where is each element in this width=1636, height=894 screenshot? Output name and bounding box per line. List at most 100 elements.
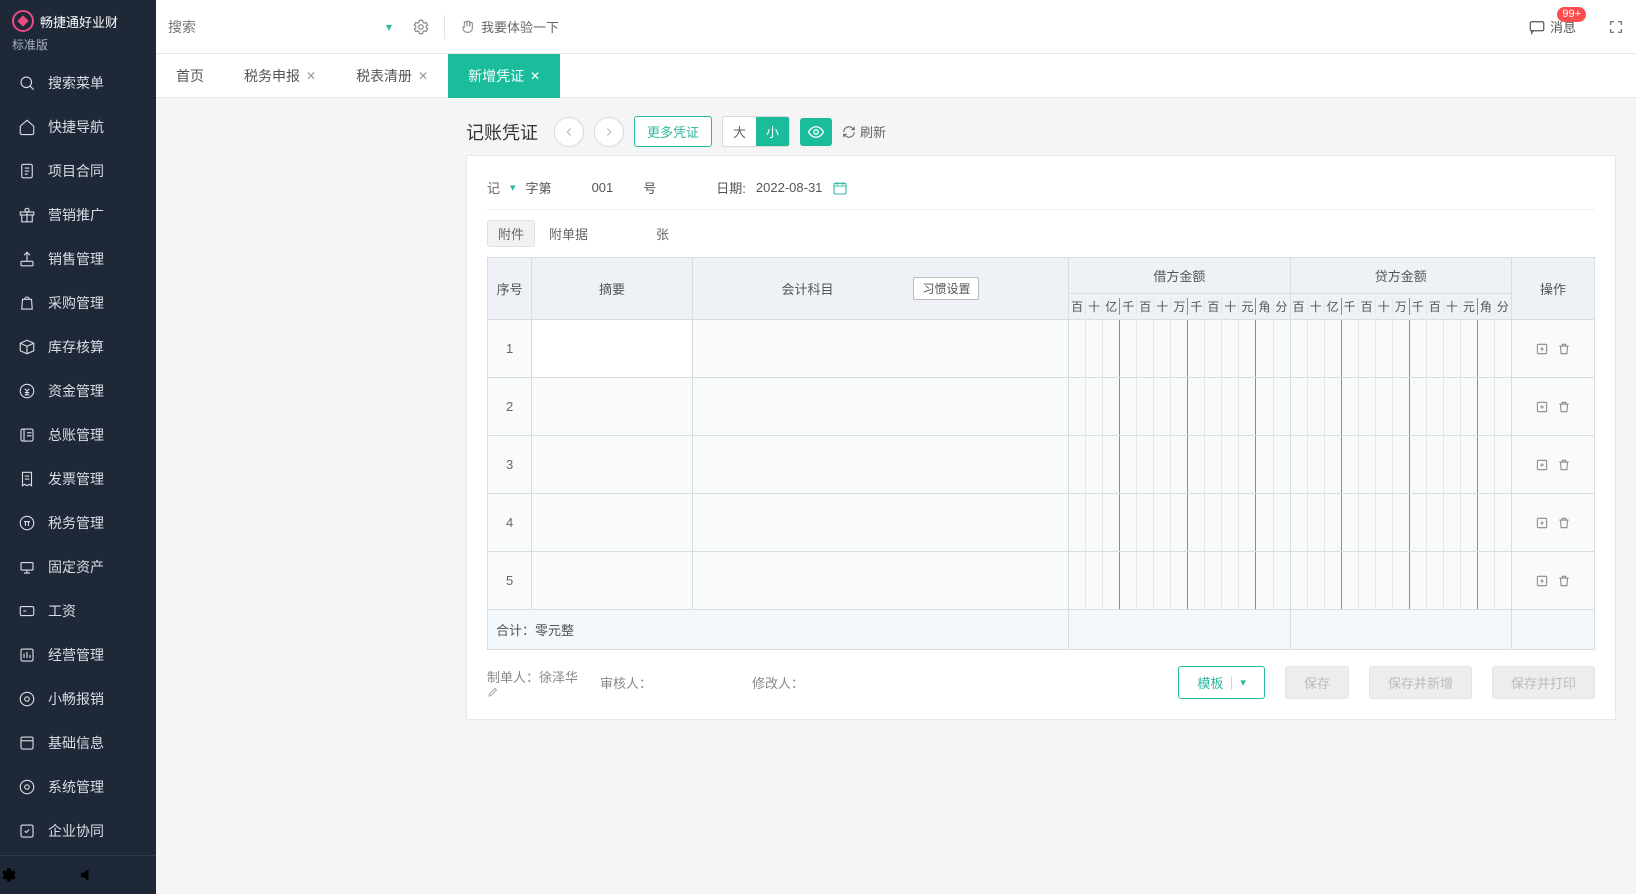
credit-cell[interactable] bbox=[1290, 320, 1511, 378]
subject-cell[interactable] bbox=[692, 552, 1068, 610]
refresh-button[interactable]: 刷新 bbox=[842, 122, 886, 141]
sidebar-item-0[interactable]: 搜索菜单 bbox=[0, 61, 156, 105]
debit-cell[interactable] bbox=[1069, 320, 1290, 378]
voucher-number[interactable]: 001 bbox=[592, 180, 614, 195]
credit-cell[interactable] bbox=[1290, 552, 1511, 610]
sidebar-item-4[interactable]: 销售管理 bbox=[0, 237, 156, 281]
add-row-button[interactable] bbox=[1535, 516, 1549, 530]
abstract-cell[interactable] bbox=[532, 552, 693, 610]
abstract-cell[interactable] bbox=[532, 378, 693, 436]
abstract-cell[interactable] bbox=[532, 436, 693, 494]
sidebar-item-label: 快捷导航 bbox=[48, 117, 104, 137]
trash-icon bbox=[1557, 342, 1571, 356]
delete-row-button[interactable] bbox=[1557, 400, 1571, 414]
size-small-button[interactable]: 小 bbox=[756, 117, 789, 146]
seq-cell: 1 bbox=[488, 320, 532, 378]
attachment-button[interactable]: 附件 bbox=[487, 220, 535, 247]
save-and-new-button[interactable]: 保存并新增 bbox=[1369, 666, 1472, 699]
sidebar-item-5[interactable]: 采购管理 bbox=[0, 281, 156, 325]
tab-2[interactable]: 税表清册 ✕ bbox=[336, 54, 448, 98]
global-search[interactable]: ▾ bbox=[168, 13, 398, 41]
save-button[interactable]: 保存 bbox=[1285, 666, 1349, 699]
tab-0[interactable]: 首页 bbox=[156, 54, 224, 98]
sidebar-item-3[interactable]: 营销推广 bbox=[0, 193, 156, 237]
tab-close-button[interactable]: ✕ bbox=[418, 69, 428, 83]
search-settings-button[interactable] bbox=[412, 18, 430, 36]
voucher-header: 记 ▾ 字第 001 号 日期: 2022-08-31 bbox=[487, 172, 1595, 210]
sidebar-item-12[interactable]: 工资 bbox=[0, 589, 156, 633]
sidebar-item-13[interactable]: 经营管理 bbox=[0, 633, 156, 677]
delete-row-button[interactable] bbox=[1557, 458, 1571, 472]
total-credit bbox=[1290, 610, 1511, 650]
fullscreen-button[interactable] bbox=[1608, 19, 1624, 35]
tab-3[interactable]: 新增凭证✕ bbox=[448, 54, 560, 98]
abstract-cell[interactable] bbox=[532, 494, 693, 552]
voucher-type-caret-icon[interactable]: ▾ bbox=[510, 181, 516, 194]
sidebar-item-11[interactable]: 固定资产 bbox=[0, 545, 156, 589]
trash-icon bbox=[1557, 574, 1571, 588]
sidebar-item-7[interactable]: 资金管理 bbox=[0, 369, 156, 413]
subject-cell[interactable] bbox=[692, 494, 1068, 552]
tab-label: 税表清册 bbox=[356, 66, 412, 86]
search-input[interactable] bbox=[168, 13, 380, 41]
more-vouchers-button[interactable]: 更多凭证 bbox=[634, 116, 712, 147]
abstract-input[interactable] bbox=[532, 321, 692, 373]
messages-button[interactable]: 消息 99+ bbox=[1528, 17, 1576, 36]
delete-row-button[interactable] bbox=[1557, 574, 1571, 588]
sidebar-item-16[interactable]: 系统管理 bbox=[0, 765, 156, 809]
credit-cell[interactable] bbox=[1290, 436, 1511, 494]
credit-cell[interactable] bbox=[1290, 494, 1511, 552]
sidebar-item-1[interactable]: 快捷导航 bbox=[0, 105, 156, 149]
sidebar-item-10[interactable]: 税务管理 bbox=[0, 501, 156, 545]
date-picker-button[interactable] bbox=[832, 180, 848, 196]
delete-row-button[interactable] bbox=[1557, 342, 1571, 356]
add-row-button[interactable] bbox=[1535, 458, 1549, 472]
debit-cell[interactable] bbox=[1069, 378, 1290, 436]
col-debit: 借方金额 bbox=[1069, 258, 1290, 294]
tab-1[interactable]: 税务申报✕ bbox=[224, 54, 336, 98]
subject-cell[interactable] bbox=[692, 436, 1068, 494]
sidebar-item-9[interactable]: 发票管理 bbox=[0, 457, 156, 501]
settings-footer-button[interactable] bbox=[0, 856, 78, 894]
template-button[interactable]: 模板 ▾ bbox=[1178, 666, 1265, 699]
template-caret-icon[interactable]: ▾ bbox=[1240, 676, 1246, 689]
try-experience-button[interactable]: 我要体验一下 bbox=[459, 17, 559, 36]
debit-digit-header: 百十亿千百十万千百十元角分 bbox=[1069, 294, 1290, 320]
delete-row-button[interactable] bbox=[1557, 516, 1571, 530]
credit-cell[interactable] bbox=[1290, 378, 1511, 436]
tab-close-button[interactable]: ✕ bbox=[530, 69, 540, 83]
preview-button[interactable] bbox=[800, 118, 832, 146]
voucher-type[interactable]: 记 bbox=[487, 178, 500, 197]
sidebar-item-8[interactable]: 总账管理 bbox=[0, 413, 156, 457]
debit-cell[interactable] bbox=[1069, 436, 1290, 494]
reimb-icon bbox=[18, 690, 36, 708]
edit-maker-button[interactable] bbox=[487, 686, 580, 698]
habit-settings-button[interactable]: 习惯设置 bbox=[913, 277, 979, 300]
op-cell bbox=[1511, 320, 1594, 378]
gear-icon bbox=[0, 866, 18, 884]
date-value[interactable]: 2022-08-31 bbox=[756, 180, 823, 195]
abstract-cell[interactable] bbox=[532, 320, 693, 378]
prev-voucher-button[interactable] bbox=[554, 117, 584, 147]
sidebar-item-15[interactable]: 基础信息 bbox=[0, 721, 156, 765]
sidebar-item-2[interactable]: 项目合同 bbox=[0, 149, 156, 193]
sidebar-item-label: 发票管理 bbox=[48, 469, 104, 489]
add-row-button[interactable] bbox=[1535, 400, 1549, 414]
sound-footer-button[interactable] bbox=[78, 856, 156, 894]
sidebar-item-label: 企业协同 bbox=[48, 821, 104, 841]
next-voucher-button[interactable] bbox=[594, 117, 624, 147]
sidebar-item-17[interactable]: 企业协同 bbox=[0, 809, 156, 853]
search-dropdown-caret-icon[interactable]: ▾ bbox=[380, 20, 398, 34]
subject-cell[interactable] bbox=[692, 378, 1068, 436]
add-row-button[interactable] bbox=[1535, 574, 1549, 588]
save-and-print-button[interactable]: 保存并打印 bbox=[1492, 666, 1595, 699]
sidebar-item-14[interactable]: 小畅报销 bbox=[0, 677, 156, 721]
debit-cell[interactable] bbox=[1069, 494, 1290, 552]
subject-cell[interactable] bbox=[692, 320, 1068, 378]
size-big-button[interactable]: 大 bbox=[723, 117, 756, 146]
sidebar-item-label: 库存核算 bbox=[48, 337, 104, 357]
add-row-button[interactable] bbox=[1535, 342, 1549, 356]
sidebar-item-6[interactable]: 库存核算 bbox=[0, 325, 156, 369]
tab-close-button[interactable]: ✕ bbox=[306, 69, 316, 83]
debit-cell[interactable] bbox=[1069, 552, 1290, 610]
